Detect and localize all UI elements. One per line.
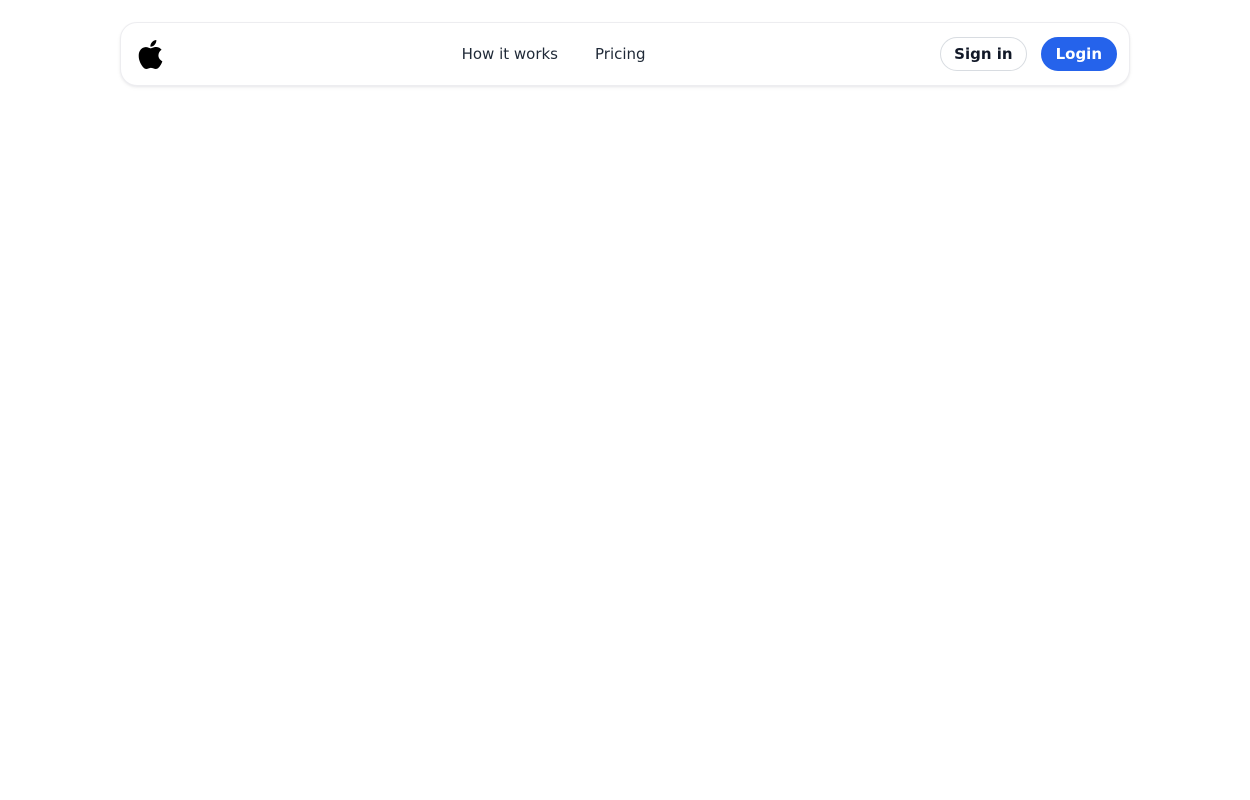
nav-link-pricing[interactable]: Pricing [595, 46, 646, 62]
nav-links: How it works Pricing [167, 46, 940, 62]
apple-logo-icon [138, 39, 162, 69]
login-button[interactable]: Login [1040, 37, 1117, 71]
sign-in-button[interactable]: Sign in [940, 37, 1027, 71]
nav-actions: Sign in Login [940, 37, 1117, 71]
nav-link-how-it-works[interactable]: How it works [462, 46, 558, 62]
top-navbar: How it works Pricing Sign in Login [120, 22, 1130, 86]
logo-link[interactable] [133, 37, 167, 71]
page: How it works Pricing Sign in Login [0, 0, 1250, 800]
